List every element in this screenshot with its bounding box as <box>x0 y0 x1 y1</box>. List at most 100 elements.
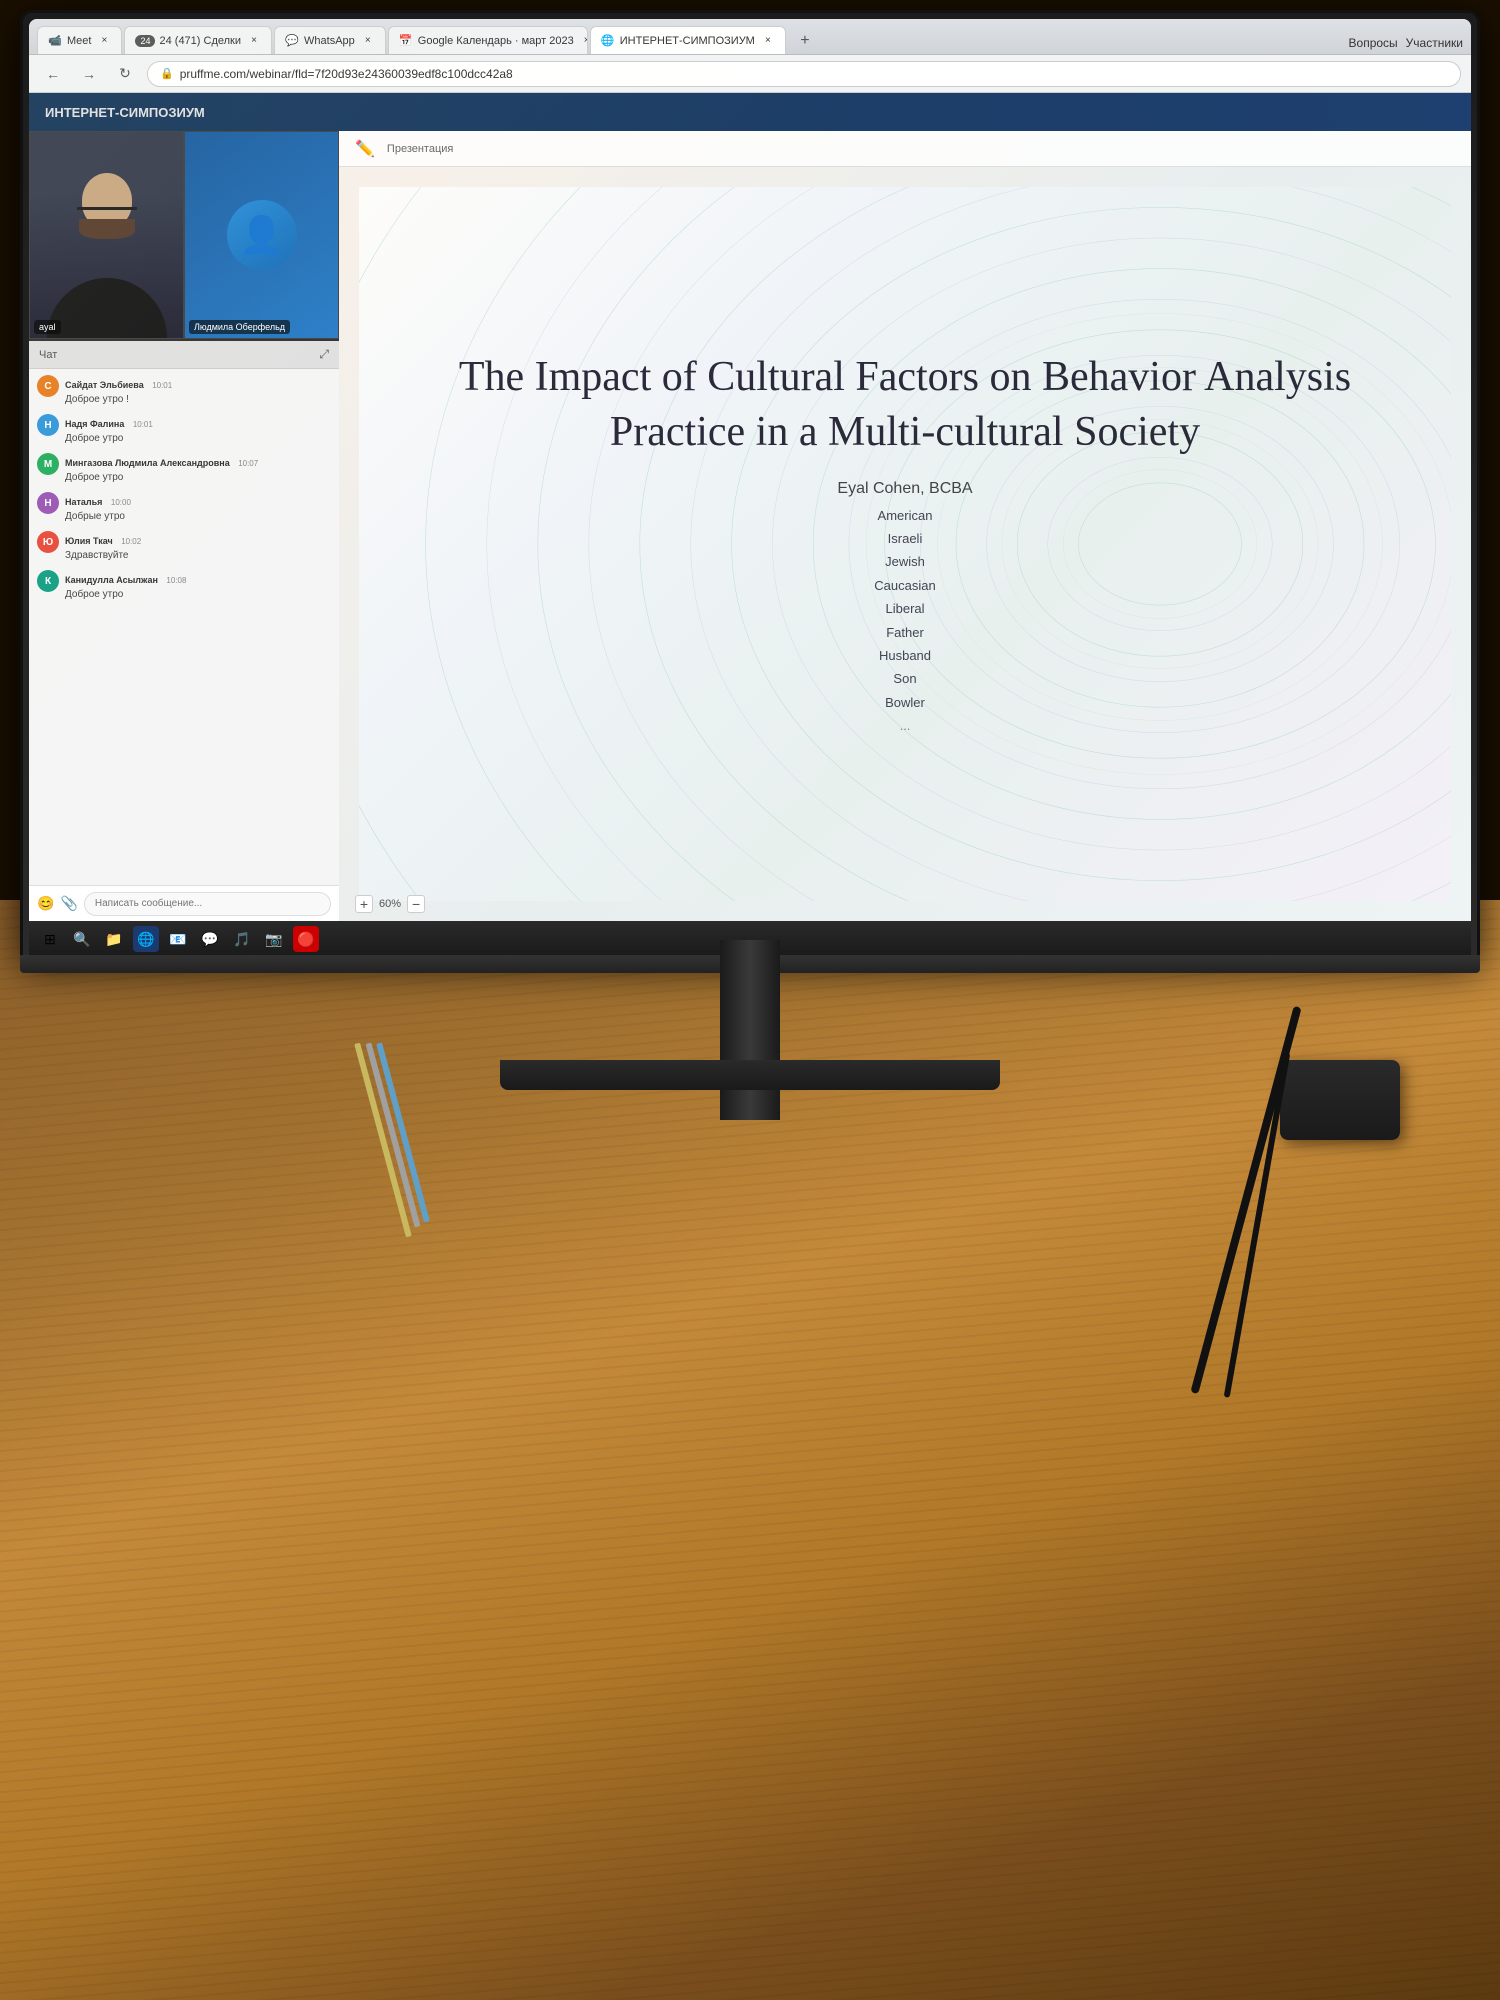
slide-title: The Impact of Cultural Factors on Behavi… <box>399 350 1411 459</box>
chat-message-4: Н Наталья 10:00 Добрые утро <box>37 492 331 523</box>
zoom-plus-button[interactable]: + <box>355 895 373 913</box>
chat-messages: С Сайдат Эльбиева 10:01 Доброе утро ! Н <box>29 369 339 885</box>
tab-sdelki-close[interactable]: × <box>247 34 261 48</box>
attach-icon[interactable]: 📎 <box>60 895 77 912</box>
identity-8: Bowler <box>399 691 1411 714</box>
chat-avatar-5: Ю <box>37 531 59 553</box>
chat-msg-content-2: Надя Фалина 10:01 Доброе утро <box>65 414 331 445</box>
emoji-icon[interactable]: 😊 <box>37 895 54 912</box>
chat-msg-time-6: 10:08 <box>166 576 186 585</box>
taskbar-camera[interactable]: 📷 <box>261 926 287 952</box>
chat-msg-time-2: 10:01 <box>133 420 153 429</box>
tab-whatsapp[interactable]: 💬 WhatsApp × <box>274 26 386 54</box>
chat-msg-text-4: Добрые утро <box>65 510 331 523</box>
taskbar-music[interactable]: 🎵 <box>229 926 255 952</box>
identity-3: Caucasian <box>399 574 1411 597</box>
taskbar-red-app[interactable]: 🔴 <box>293 926 319 952</box>
taskbar-start[interactable]: ⊞ <box>37 926 63 952</box>
person-beard <box>79 219 135 239</box>
chat-msg-text-6: Доброе утро <box>65 588 331 601</box>
monitor-stand-base <box>500 1060 1000 1090</box>
reload-button[interactable]: ↻ <box>111 60 139 88</box>
taskbar-search[interactable]: 🔍 <box>69 926 95 952</box>
desk-hub <box>1280 1060 1400 1140</box>
video-grid: ayal 👤 Людмила Оберфельд <box>29 131 339 341</box>
zoom-level: 60% <box>379 898 401 910</box>
tab-sdelki[interactable]: 24 24 (471) Сделки × <box>124 26 272 54</box>
participant-label-1: ayal <box>34 320 61 334</box>
participant-video-2: 👤 Людмила Оберфельд <box>184 131 339 339</box>
chat-msg-time-1: 10:01 <box>152 381 172 390</box>
slide: The Impact of Cultural Factors on Behavi… <box>359 187 1451 901</box>
main-content: ayal 👤 Людмила Оберфельд <box>29 131 1471 921</box>
chat-msg-name-2: Надя Фалина <box>65 419 124 429</box>
taskbar-email[interactable]: 📧 <box>165 926 191 952</box>
identity-ellipsis: ... <box>399 714 1411 737</box>
forward-button[interactable]: → <box>75 60 103 88</box>
page-area: ИНТЕРНЕТ-СИМПОЗИУМ <box>29 93 1471 921</box>
chat-msg-content-6: Канидулла Асылжан 10:08 Доброе утро <box>65 570 331 601</box>
pres-content: The Impact of Cultural Factors on Behavi… <box>339 167 1471 921</box>
tab-symposium-favicon: 🌐 <box>601 34 615 48</box>
address-field[interactable]: 🔒 pruffme.com/webinar/fld=7f20d93e243600… <box>147 61 1461 87</box>
presentation-label: Презентация <box>387 143 453 155</box>
taskbar-chat[interactable]: 💬 <box>197 926 223 952</box>
chat-avatar-4: Н <box>37 492 59 514</box>
top-right-btn-participants[interactable]: Участники <box>1406 36 1463 50</box>
tab-meet-favicon: 📹 <box>48 34 62 48</box>
chat-expand-icon[interactable]: ⤢ <box>319 347 329 362</box>
left-panel: ayal 👤 Людмила Оберфельд <box>29 131 339 921</box>
app-title: ИНТЕРНЕТ-СИМПОЗИУМ <box>45 105 205 120</box>
participant-avatar-2: 👤 <box>185 132 338 338</box>
chat-msg-time-3: 10:07 <box>238 459 258 468</box>
identity-4: Liberal <box>399 597 1411 620</box>
zoom-control: + 60% − <box>355 895 425 913</box>
chat-msg-text-1: Доброе утро ! <box>65 393 331 406</box>
chat-message-5: Ю Юлия Ткач 10:02 Здравствуйте <box>37 531 331 562</box>
screen: 📹 Meet × 24 24 (471) Сделки × 💬 WhatsApp… <box>29 19 1471 957</box>
tab-meet[interactable]: 📹 Meet × <box>37 26 122 54</box>
top-right-btn-questions[interactable]: Вопросы <box>1349 36 1398 50</box>
new-tab-button[interactable]: + <box>792 28 818 54</box>
chat-msg-name-5: Юлия Ткач <box>65 536 113 546</box>
chat-msg-time-5: 10:02 <box>121 537 141 546</box>
tab-calendar-close[interactable]: × <box>580 34 588 48</box>
taskbar-files[interactable]: 📁 <box>101 926 127 952</box>
participant-video-1: ayal <box>29 131 184 339</box>
slide-author: Eyal Cohen, BCBA <box>399 480 1411 498</box>
tab-whatsapp-favicon: 💬 <box>285 34 299 48</box>
chat-avatar-2: Н <box>37 414 59 436</box>
zoom-minus-button[interactable]: − <box>407 895 425 913</box>
chat-msg-name-3: Мингазова Людмила Александровна <box>65 458 230 468</box>
chrome-top-right: Вопросы Участники <box>1349 36 1463 54</box>
monitor-stand-neck <box>720 940 780 1120</box>
chat-message-1: С Сайдат Эльбиева 10:01 Доброе утро ! <box>37 375 331 406</box>
chat-panel: Чат ⤢ С Сайдат Эльбиева 10:01 Доброе у <box>29 341 339 921</box>
tab-calendar[interactable]: 📅 Google Календарь · март 2023 × <box>388 26 588 54</box>
chat-input-row: 😊 📎 <box>29 885 339 921</box>
avatar-circle: 👤 <box>227 200 297 270</box>
chat-msg-content-4: Наталья 10:00 Добрые утро <box>65 492 331 523</box>
chat-avatar-3: М <box>37 453 59 475</box>
monitor-outer: 📹 Meet × 24 24 (471) Сделки × 💬 WhatsApp… <box>20 10 1480 960</box>
tab-whatsapp-close[interactable]: × <box>361 34 375 48</box>
person-silhouette <box>30 132 183 338</box>
participant-label-2: Людмила Оберфельд <box>189 320 290 334</box>
pencil-tool-icon[interactable]: ✏️ <box>355 139 375 159</box>
chat-msg-content-1: Сайдат Эльбиева 10:01 Доброе утро ! <box>65 375 331 406</box>
chat-msg-text-2: Доброе утро <box>65 432 331 445</box>
tab-meet-label: Meet <box>67 35 91 47</box>
tab-meet-close[interactable]: × <box>97 34 111 48</box>
identity-7: Son <box>399 667 1411 690</box>
tab-sdelki-badge: 24 <box>135 35 155 47</box>
back-button[interactable]: ← <box>39 60 67 88</box>
chat-msg-name-4: Наталья <box>65 497 102 507</box>
app-header: ИНТЕРНЕТ-СИМПОЗИУМ <box>29 93 1471 131</box>
tab-whatsapp-label: WhatsApp <box>304 35 355 47</box>
chat-input[interactable] <box>84 892 331 916</box>
chrome-titlebar: 📹 Meet × 24 24 (471) Сделки × 💬 WhatsApp… <box>29 19 1471 55</box>
tab-symposium-close[interactable]: × <box>761 34 775 48</box>
tab-symposium[interactable]: 🌐 ИНТЕРНЕТ-СИМПОЗИУМ × <box>590 26 786 54</box>
identity-6: Husband <box>399 644 1411 667</box>
taskbar-browser[interactable]: 🌐 <box>133 926 159 952</box>
